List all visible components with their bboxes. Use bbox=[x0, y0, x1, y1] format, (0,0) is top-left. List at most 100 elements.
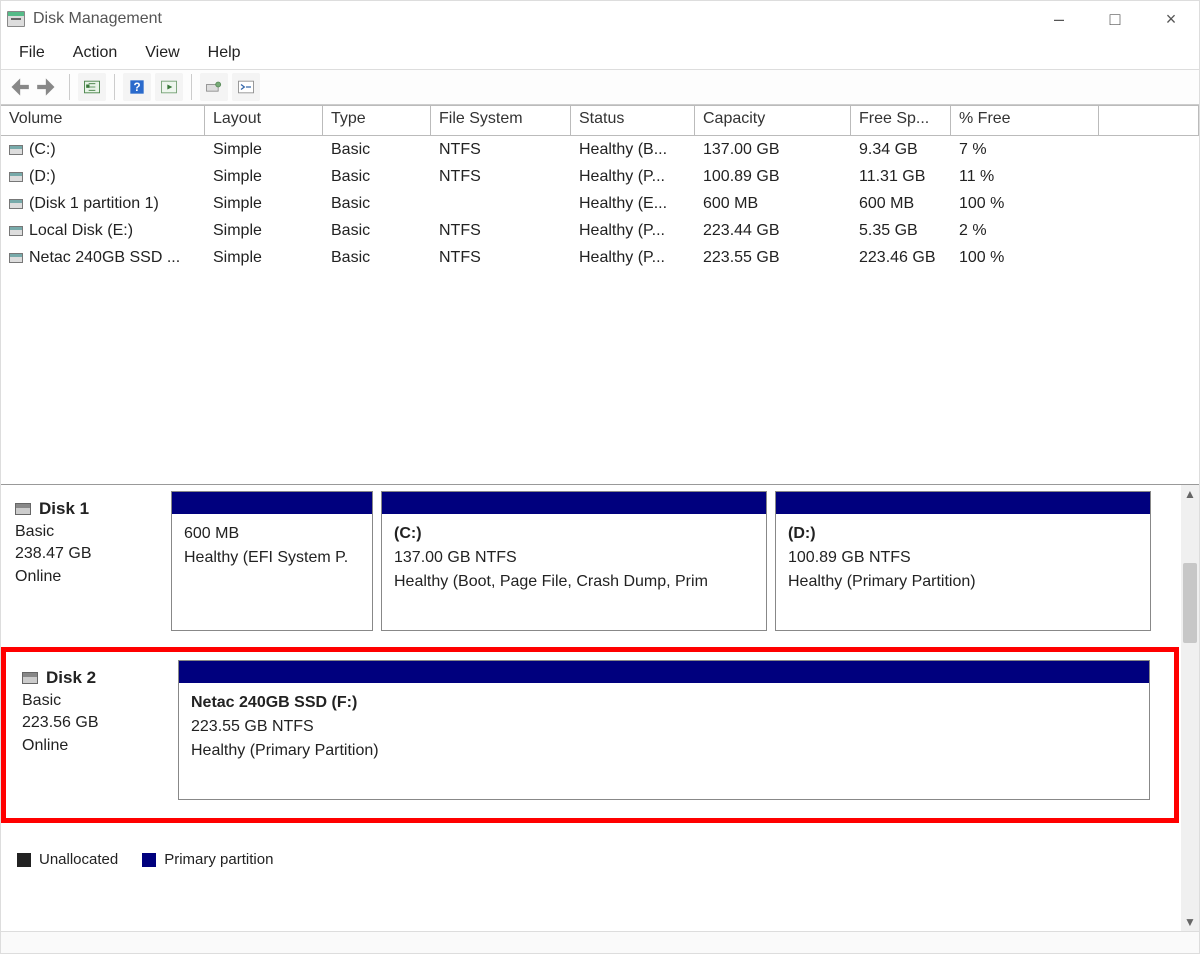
volume-layout: Simple bbox=[205, 249, 323, 267]
volume-fs: NTFS bbox=[431, 168, 571, 186]
minimize-button[interactable]: – bbox=[1031, 1, 1087, 37]
volume-name: Netac 240GB SSD ... bbox=[29, 249, 180, 267]
volume-capacity: 223.55 GB bbox=[695, 249, 851, 267]
disk-row[interactable]: Disk 1 Basic 238.47 GB Online 600 MB Hea… bbox=[5, 491, 1175, 631]
volume-layout: Simple bbox=[205, 168, 323, 186]
title-bar: Disk Management – □ × bbox=[1, 1, 1199, 37]
volume-icon bbox=[9, 253, 23, 263]
disk-size: 223.56 GB bbox=[22, 712, 168, 734]
col-filesystem[interactable]: File System bbox=[431, 106, 571, 135]
partition-size: 100.89 GB NTFS bbox=[788, 546, 1138, 570]
partition-size: 137.00 GB NTFS bbox=[394, 546, 754, 570]
disk-name: Disk 1 bbox=[39, 497, 89, 521]
volume-type: Basic bbox=[323, 222, 431, 240]
maximize-button[interactable]: □ bbox=[1087, 1, 1143, 37]
partition-size: 223.55 GB NTFS bbox=[191, 715, 1137, 739]
volume-capacity: 100.89 GB bbox=[695, 168, 851, 186]
volume-fs: NTFS bbox=[431, 141, 571, 159]
partition[interactable]: Netac 240GB SSD (F:) 223.55 GB NTFS Heal… bbox=[178, 660, 1150, 800]
help-icon[interactable]: ? bbox=[123, 73, 151, 101]
legend-swatch-primary bbox=[142, 853, 156, 867]
scroll-down-icon[interactable]: ▼ bbox=[1181, 913, 1199, 931]
volume-row[interactable]: (D:) Simple Basic NTFS Healthy (P... 100… bbox=[1, 163, 1199, 190]
col-capacity[interactable]: Capacity bbox=[695, 106, 851, 135]
volume-free: 5.35 GB bbox=[851, 222, 951, 240]
volume-capacity: 137.00 GB bbox=[695, 141, 851, 159]
legend-label-primary: Primary partition bbox=[164, 851, 273, 868]
volume-name: (D:) bbox=[29, 168, 56, 186]
list-icon[interactable] bbox=[232, 73, 260, 101]
col-status[interactable]: Status bbox=[571, 106, 695, 135]
partition-header bbox=[776, 492, 1150, 514]
back-button[interactable] bbox=[5, 75, 31, 99]
partition-status: Healthy (Primary Partition) bbox=[788, 570, 1138, 594]
disk-status: Online bbox=[22, 735, 168, 757]
volume-pctfree: 100 % bbox=[951, 249, 1099, 267]
volume-fs: NTFS bbox=[431, 249, 571, 267]
window-controls: – □ × bbox=[1031, 1, 1199, 37]
refresh-icon[interactable] bbox=[78, 73, 106, 101]
volume-row[interactable]: (C:) Simple Basic NTFS Healthy (B... 137… bbox=[1, 136, 1199, 163]
svg-text:?: ? bbox=[133, 81, 140, 94]
disk-status: Online bbox=[15, 566, 161, 588]
menu-action[interactable]: Action bbox=[59, 40, 131, 66]
col-freespace[interactable]: Free Sp... bbox=[851, 106, 951, 135]
partition-status: Healthy (Boot, Page File, Crash Dump, Pr… bbox=[394, 570, 754, 594]
legend-label-unallocated: Unallocated bbox=[39, 851, 118, 868]
col-volume[interactable]: Volume bbox=[1, 106, 205, 135]
volume-row[interactable]: Netac 240GB SSD ... Simple Basic NTFS He… bbox=[1, 244, 1199, 271]
partition[interactable]: 600 MB Healthy (EFI System P. bbox=[171, 491, 373, 631]
vertical-scrollbar[interactable]: ▲ ▼ bbox=[1181, 485, 1199, 931]
menu-file[interactable]: File bbox=[5, 40, 59, 66]
disk-row[interactable]: Disk 2 Basic 223.56 GB Online Netac 240G… bbox=[12, 660, 1168, 800]
col-layout[interactable]: Layout bbox=[205, 106, 323, 135]
disk-info: Disk 1 Basic 238.47 GB Online bbox=[5, 491, 171, 631]
volume-layout: Simple bbox=[205, 222, 323, 240]
volume-free: 600 MB bbox=[851, 195, 951, 213]
close-button[interactable]: × bbox=[1143, 1, 1199, 37]
menu-view[interactable]: View bbox=[131, 40, 193, 66]
volume-list-pane: Volume Layout Type File System Status Ca… bbox=[1, 105, 1199, 484]
app-window: Disk Management – □ × File Action View H… bbox=[0, 0, 1200, 954]
partition-size: 600 MB bbox=[184, 522, 360, 546]
volume-free: 11.31 GB bbox=[851, 168, 951, 186]
volume-layout: Simple bbox=[205, 195, 323, 213]
toolbar: ? bbox=[1, 69, 1199, 105]
action-icon[interactable] bbox=[155, 73, 183, 101]
volume-row[interactable]: (Disk 1 partition 1) Simple Basic Health… bbox=[1, 190, 1199, 217]
volume-pctfree: 2 % bbox=[951, 222, 1099, 240]
forward-button[interactable] bbox=[35, 75, 61, 99]
volume-icon bbox=[9, 226, 23, 236]
partition-header bbox=[172, 492, 372, 514]
status-bar bbox=[1, 931, 1199, 953]
volume-capacity: 600 MB bbox=[695, 195, 851, 213]
partition-title: Netac 240GB SSD (F:) bbox=[191, 691, 1137, 715]
app-icon bbox=[7, 11, 25, 27]
scrollbar-thumb[interactable] bbox=[1183, 563, 1197, 643]
partitions: 600 MB Healthy (EFI System P. (C:) 137.0… bbox=[171, 491, 1175, 631]
volume-capacity: 223.44 GB bbox=[695, 222, 851, 240]
window-title: Disk Management bbox=[33, 10, 162, 28]
volume-pctfree: 100 % bbox=[951, 195, 1099, 213]
partition[interactable]: (D:) 100.89 GB NTFS Healthy (Primary Par… bbox=[775, 491, 1151, 631]
volume-list-header: Volume Layout Type File System Status Ca… bbox=[1, 106, 1199, 136]
legend: Unallocated Primary partition bbox=[1, 845, 1199, 873]
volume-free: 223.46 GB bbox=[851, 249, 951, 267]
volume-status: Healthy (E... bbox=[571, 195, 695, 213]
volume-name: (Disk 1 partition 1) bbox=[29, 195, 159, 213]
menu-help[interactable]: Help bbox=[194, 40, 255, 66]
volume-status: Healthy (P... bbox=[571, 222, 695, 240]
volume-type: Basic bbox=[323, 195, 431, 213]
volume-status: Healthy (P... bbox=[571, 249, 695, 267]
volume-name: Local Disk (E:) bbox=[29, 222, 133, 240]
volume-row[interactable]: Local Disk (E:) Simple Basic NTFS Health… bbox=[1, 217, 1199, 244]
col-pctfree[interactable]: % Free bbox=[951, 106, 1099, 135]
scroll-up-icon[interactable]: ▲ bbox=[1181, 485, 1199, 503]
volume-fs: NTFS bbox=[431, 222, 571, 240]
settings-icon[interactable] bbox=[200, 73, 228, 101]
partition-header bbox=[382, 492, 766, 514]
disk-icon bbox=[15, 503, 31, 515]
col-type[interactable]: Type bbox=[323, 106, 431, 135]
partition[interactable]: (C:) 137.00 GB NTFS Healthy (Boot, Page … bbox=[381, 491, 767, 631]
disk-name: Disk 2 bbox=[46, 666, 96, 690]
